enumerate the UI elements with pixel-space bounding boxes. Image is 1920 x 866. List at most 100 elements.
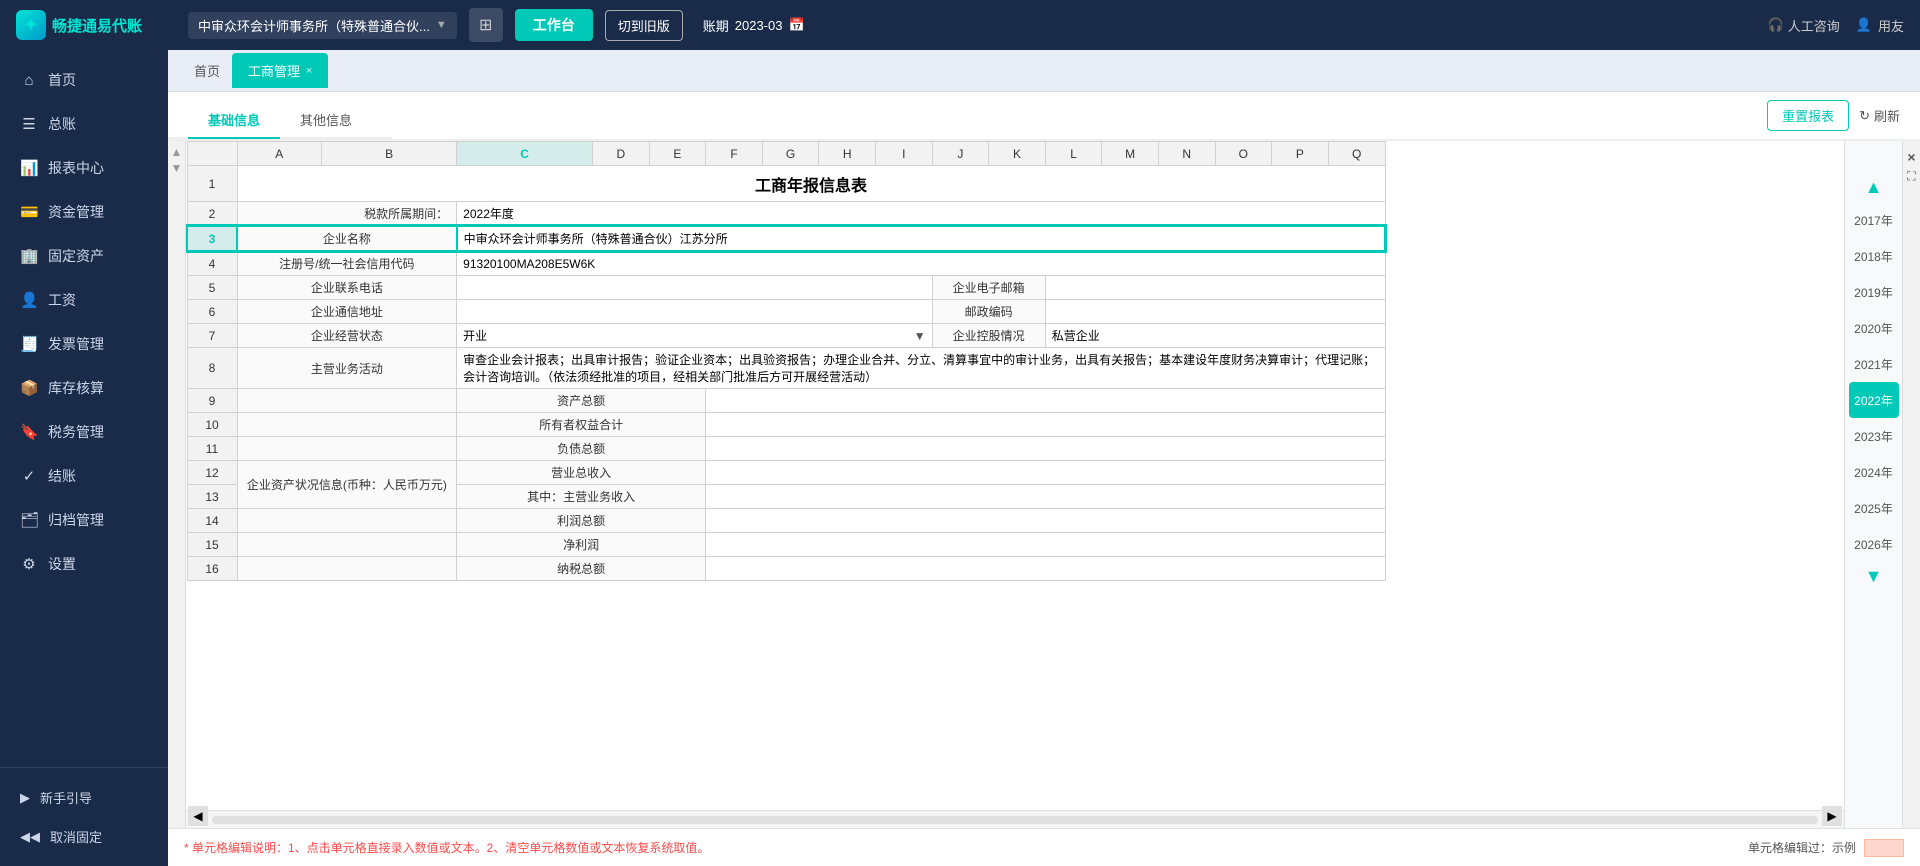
- phone-value[interactable]: [457, 276, 932, 300]
- company-name-value[interactable]: 中审众环会计师事务所（特殊普通合伙）江苏分所: [457, 226, 1385, 251]
- col-header-h[interactable]: H: [819, 142, 876, 166]
- tab-basic-info[interactable]: 基础信息: [188, 102, 280, 139]
- panel-expand-button[interactable]: ⛶: [1907, 169, 1915, 184]
- tab-close-icon[interactable]: ×: [306, 65, 312, 77]
- h-scroll-bar[interactable]: ◀ ▶: [186, 810, 1844, 828]
- sidebar-item-fund-mgmt[interactable]: 💳 资金管理: [0, 190, 168, 234]
- unpin-button[interactable]: ◀◀ 取消固定: [0, 817, 168, 856]
- old-version-button[interactable]: 切到旧版: [605, 10, 683, 41]
- email-value[interactable]: [1045, 276, 1385, 300]
- sidebar-item-fixed-assets[interactable]: 🏢 固定资产: [0, 234, 168, 278]
- year-item-2020[interactable]: 2020年: [1849, 310, 1899, 346]
- table-row: 10 所有者权益合计: [187, 413, 1385, 437]
- year-item-2018[interactable]: 2018年: [1849, 238, 1899, 274]
- sidebar-item-close-account[interactable]: ✓ 结账: [0, 454, 168, 498]
- year-nav-down-button[interactable]: ▼: [1865, 566, 1883, 587]
- main-revenue-value[interactable]: [706, 485, 1385, 509]
- postal-value[interactable]: [1045, 300, 1385, 324]
- col-header-f[interactable]: F: [706, 142, 763, 166]
- year-item-2021[interactable]: 2021年: [1849, 346, 1899, 382]
- year-item-2022[interactable]: 2022年: [1849, 382, 1899, 418]
- collapse-up-icon[interactable]: ▲: [171, 145, 183, 159]
- address-value[interactable]: [457, 300, 932, 324]
- sidebar-item-inventory[interactable]: 📦 库存核算: [0, 366, 168, 410]
- year-item-2026[interactable]: 2026年: [1849, 526, 1899, 562]
- col-header-c[interactable]: C: [457, 142, 593, 166]
- table-row: 6 企业通信地址 邮政编码: [187, 300, 1385, 324]
- col-header-n[interactable]: N: [1158, 142, 1215, 166]
- consult-button[interactable]: 🎧 人工咨询: [1768, 16, 1840, 35]
- tab-other-info[interactable]: 其他信息: [280, 102, 372, 139]
- col-header-a[interactable]: A: [237, 142, 321, 166]
- col-header-b[interactable]: B: [321, 142, 456, 166]
- year-item-2017[interactable]: 2017年: [1849, 202, 1899, 238]
- year-nav-up-button[interactable]: ▲: [1865, 177, 1883, 198]
- col-header-m[interactable]: M: [1102, 142, 1159, 166]
- profit-value[interactable]: [706, 509, 1385, 533]
- biz-status-label: 企业经营状态: [237, 324, 457, 348]
- refresh-button[interactable]: ↻ 刷新: [1859, 106, 1900, 125]
- collapse-down-icon[interactable]: ▼: [171, 161, 183, 175]
- year-item-2019[interactable]: 2019年: [1849, 274, 1899, 310]
- col-header-d[interactable]: D: [593, 142, 650, 166]
- user-info[interactable]: 👤 用友: [1856, 16, 1904, 35]
- col-header-o[interactable]: O: [1215, 142, 1272, 166]
- table-row: 16 纳税总额: [187, 557, 1385, 581]
- tab-business-mgmt[interactable]: 工商管理 ×: [232, 53, 328, 88]
- equity-label: 所有者权益合计: [457, 413, 706, 437]
- main-biz-value[interactable]: 审查企业会计报表；出具审计报告；验证企业资本；出具验资报告；办理企业合并、分立、…: [457, 348, 1385, 389]
- year-sidebar: ▲ 2017年 2018年 2019年 2020年 2021年 2022年 20…: [1844, 141, 1902, 828]
- company-selector[interactable]: 中审众环会计师事务所（特殊普通合伙... ▼: [188, 12, 457, 39]
- sheet-title[interactable]: 工商年报信息表: [237, 166, 1385, 202]
- year-item-2023[interactable]: 2023年: [1849, 418, 1899, 454]
- col-header-k[interactable]: K: [989, 142, 1046, 166]
- year-item-2024[interactable]: 2024年: [1849, 454, 1899, 490]
- new-guide-button[interactable]: ▶ 新手引导: [0, 778, 168, 817]
- tab-home[interactable]: 首页: [184, 53, 230, 88]
- sidebar-item-home[interactable]: ⌂ 首页: [0, 58, 168, 102]
- sidebar-item-report-center[interactable]: 📊 报表中心: [0, 146, 168, 190]
- table-row: 4 注册号/统一社会信用代码 91320100MA208E5W6K: [187, 251, 1385, 276]
- col-header-e[interactable]: E: [649, 142, 706, 166]
- table-row: 5 企业联系电话 企业电子邮箱: [187, 276, 1385, 300]
- sidebar-item-general-ledger[interactable]: ☰ 总账: [0, 102, 168, 146]
- sidebar-label-tax-mgmt: 税务管理: [48, 422, 104, 442]
- reg-no-value[interactable]: 91320100MA208E5W6K: [457, 251, 1385, 276]
- sidebar-item-invoice-mgmt[interactable]: 🧾 发票管理: [0, 322, 168, 366]
- inventory-icon: 📦: [20, 379, 38, 397]
- h-scroll-track[interactable]: [212, 816, 1818, 824]
- col-header-g[interactable]: G: [762, 142, 819, 166]
- col-header-l[interactable]: L: [1045, 142, 1102, 166]
- col-header-p[interactable]: P: [1272, 142, 1329, 166]
- sidebar-item-archive[interactable]: 🗂 归档管理: [0, 498, 168, 542]
- sidebar-item-tax-mgmt[interactable]: 🔖 税务管理: [0, 410, 168, 454]
- biz-status-value[interactable]: 开业 ▼: [457, 324, 932, 348]
- workbench-button[interactable]: 工作台: [515, 9, 593, 41]
- table-row: 14 利润总额: [187, 509, 1385, 533]
- sheet-scroll-area[interactable]: A B C D E F G H I J: [186, 141, 1844, 810]
- panel-close-button[interactable]: ×: [1907, 149, 1915, 165]
- equity-value[interactable]: [706, 413, 1385, 437]
- total-revenue-value[interactable]: [706, 461, 1385, 485]
- sidebar-item-salary[interactable]: 👤 工资: [0, 278, 168, 322]
- table-row: 15 净利润: [187, 533, 1385, 557]
- assets-value[interactable]: [706, 389, 1385, 413]
- net-profit-value[interactable]: [706, 533, 1385, 557]
- col-header-q[interactable]: Q: [1328, 142, 1385, 166]
- tax-total-value[interactable]: [706, 557, 1385, 581]
- row-number: 2: [187, 202, 237, 227]
- copy-company-button[interactable]: ⊞: [469, 8, 503, 42]
- calendar-icon[interactable]: 📅: [788, 17, 804, 33]
- liabilities-value[interactable]: [706, 437, 1385, 461]
- sidebar-item-settings[interactable]: ⚙ 设置: [0, 542, 168, 586]
- unpin-icon: ◀◀: [20, 829, 40, 845]
- reset-table-button[interactable]: 重置报表: [1767, 100, 1849, 131]
- holding-value[interactable]: 私营企业: [1045, 324, 1385, 348]
- holding-label: 企业控股情况: [932, 324, 1045, 348]
- tax-period-value[interactable]: 2022年度: [457, 202, 1385, 227]
- year-item-2025[interactable]: 2025年: [1849, 490, 1899, 526]
- col-header-j[interactable]: J: [932, 142, 989, 166]
- report-icon: 📊: [20, 159, 38, 177]
- user-icon: 👤: [1856, 17, 1872, 33]
- col-header-i[interactable]: I: [875, 142, 932, 166]
